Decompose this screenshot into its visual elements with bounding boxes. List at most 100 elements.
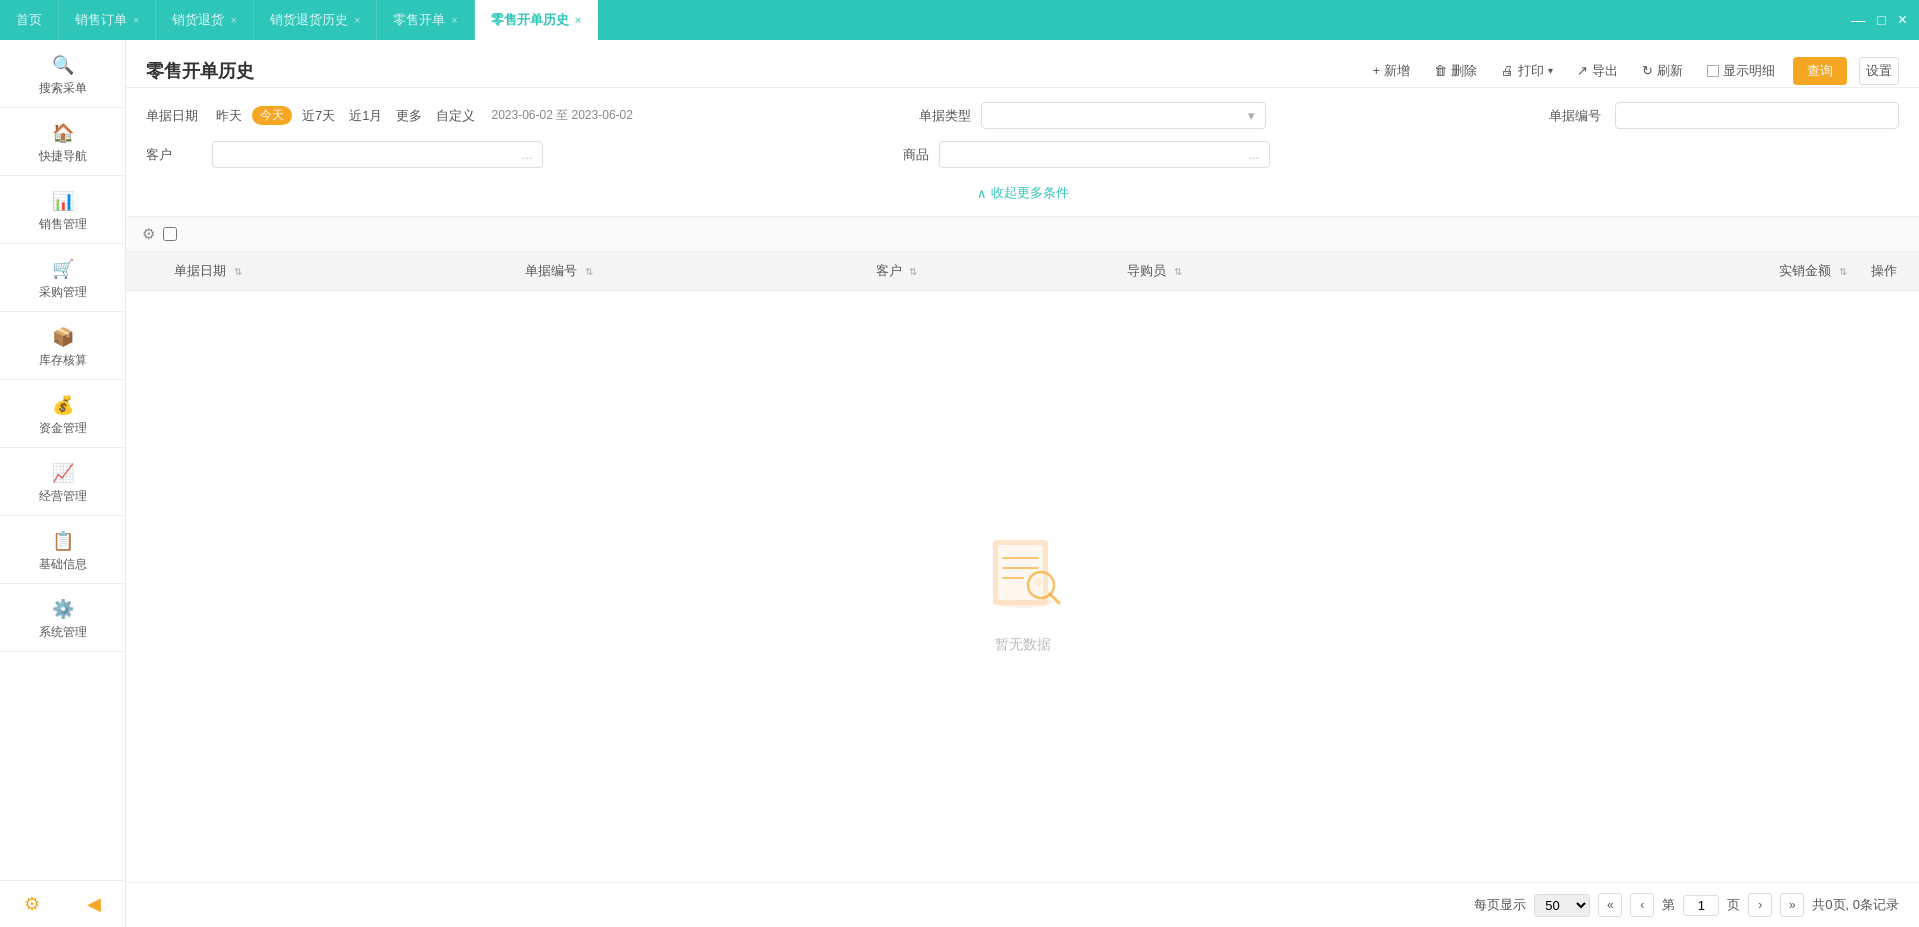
tab-retail-order-history[interactable]: 零售开单历史 × bbox=[475, 0, 598, 40]
settings-label: 设置 bbox=[1866, 62, 1892, 80]
top-tabbar: 首页 销售订单 × 销货退货 × 销货退货历史 × 零售开单 × 零售开单历史 … bbox=[0, 0, 1919, 40]
doc-type-dropdown-icon: ▾ bbox=[1248, 108, 1255, 123]
th-doc-no[interactable]: 单据编号 ⇅ bbox=[513, 252, 864, 291]
sidebar-collapse-icon[interactable]: ◀ bbox=[87, 893, 101, 915]
delete-button[interactable]: 🗑 删除 bbox=[1428, 58, 1483, 84]
th-checkbox bbox=[126, 252, 162, 291]
sidebar-item-search-label: 搜索采单 bbox=[39, 80, 87, 97]
tab-retail-order[interactable]: 零售开单 × bbox=[377, 0, 474, 40]
sidebar-item-purchase[interactable]: 🛒 采购管理 bbox=[0, 244, 125, 312]
date-opt-7days[interactable]: 近7天 bbox=[298, 105, 339, 127]
page-size-label: 每页显示 bbox=[1474, 896, 1526, 914]
th-date[interactable]: 单据日期 ⇅ bbox=[162, 252, 513, 291]
date-opt-today[interactable]: 今天 bbox=[252, 106, 292, 125]
export-icon: ↗ bbox=[1577, 63, 1588, 78]
prev-page-btn[interactable]: ‹ bbox=[1630, 893, 1654, 917]
tab-sales-return-history-close[interactable]: × bbox=[354, 14, 360, 26]
sidebar-item-sales[interactable]: 📊 销售管理 bbox=[0, 176, 125, 244]
th-doc-no-sort: ⇅ bbox=[585, 266, 593, 277]
system-icon: ⚙️ bbox=[52, 598, 74, 620]
print-dropdown-icon: ▾ bbox=[1548, 65, 1553, 76]
delete-label: 删除 bbox=[1451, 62, 1477, 80]
sidebar-item-sales-label: 销售管理 bbox=[39, 216, 87, 233]
sidebar-settings-icon[interactable]: ⚙ bbox=[24, 893, 40, 915]
search-icon: 🔍 bbox=[52, 54, 74, 76]
sidebar-item-basic-info[interactable]: 📋 基础信息 bbox=[0, 516, 125, 584]
pagination-bar: 每页显示 50 10 20 100 « ‹ 第 页 › » 共0页, 0条记录 bbox=[126, 882, 1919, 927]
export-button[interactable]: ↗ 导出 bbox=[1571, 58, 1624, 84]
tab-sales-return-history[interactable]: 销货退货历史 × bbox=[254, 0, 377, 40]
table-select-all-checkbox[interactable] bbox=[163, 227, 177, 241]
date-opt-more[interactable]: 更多 bbox=[392, 105, 426, 127]
customer-ellipsis: ... bbox=[522, 147, 533, 162]
tab-sales-return[interactable]: 销货退货 × bbox=[156, 0, 253, 40]
query-button[interactable]: 查询 bbox=[1793, 57, 1847, 85]
tab-home[interactable]: 首页 bbox=[0, 0, 59, 40]
table-header: 单据日期 ⇅ 单据编号 ⇅ 客户 ⇅ 导购员 ⇅ bbox=[126, 252, 1919, 291]
refresh-button[interactable]: ↻ 刷新 bbox=[1636, 58, 1689, 84]
table-settings-icon[interactable]: ⚙ bbox=[142, 225, 155, 243]
tab-home-label: 首页 bbox=[16, 11, 42, 29]
tab-retail-order-history-close[interactable]: × bbox=[575, 14, 581, 26]
add-label: 新增 bbox=[1384, 62, 1410, 80]
th-date-label: 单据日期 bbox=[174, 263, 226, 278]
window-max-btn[interactable]: □ bbox=[1877, 12, 1885, 28]
display-detail-button[interactable]: 显示明细 bbox=[1701, 58, 1781, 84]
sidebar-item-nav[interactable]: 🏠 快捷导航 bbox=[0, 108, 125, 176]
doc-type-select[interactable]: ▾ bbox=[981, 102, 1266, 129]
tab-sales-order-close[interactable]: × bbox=[133, 14, 139, 26]
add-button[interactable]: + 新增 bbox=[1366, 58, 1416, 84]
first-page-icon: « bbox=[1607, 898, 1614, 912]
tab-sales-return-history-label: 销货退货历史 bbox=[270, 11, 348, 29]
tab-retail-order-close[interactable]: × bbox=[451, 14, 457, 26]
total-text: 共0页, 0条记录 bbox=[1812, 896, 1899, 914]
th-spacer bbox=[1416, 252, 1508, 291]
customer-input[interactable]: ... bbox=[212, 141, 543, 168]
tab-sales-return-close[interactable]: × bbox=[230, 14, 236, 26]
date-range-display: 2023-06-02 至 2023-06-02 bbox=[491, 107, 632, 124]
window-controls: — □ × bbox=[1851, 11, 1919, 29]
collapse-btn[interactable]: ∧ 收起更多条件 bbox=[146, 180, 1899, 206]
window-min-btn[interactable]: — bbox=[1851, 12, 1865, 28]
main-layout: 🔍 搜索采单 🏠 快捷导航 📊 销售管理 🛒 采购管理 📦 库存核算 💰 资金管… bbox=[0, 40, 1919, 927]
page-input[interactable] bbox=[1683, 895, 1719, 916]
last-page-btn[interactable]: » bbox=[1780, 893, 1804, 917]
sidebar-item-operations[interactable]: 📈 经营管理 bbox=[0, 448, 125, 516]
th-amount[interactable]: 实销金额 ⇅ bbox=[1508, 252, 1859, 291]
finance-icon: 💰 bbox=[52, 394, 74, 416]
settings-button[interactable]: 设置 bbox=[1859, 57, 1899, 85]
sidebar-item-search[interactable]: 🔍 搜索采单 bbox=[0, 40, 125, 108]
home-icon: 🏠 bbox=[52, 122, 74, 144]
sidebar-item-system[interactable]: ⚙️ 系统管理 bbox=[0, 584, 125, 652]
date-opt-1month[interactable]: 近1月 bbox=[345, 105, 386, 127]
th-ops: 操作 bbox=[1859, 252, 1919, 291]
print-button[interactable]: 🖨 打印 ▾ bbox=[1495, 58, 1559, 84]
product-input[interactable]: ... bbox=[939, 141, 1270, 168]
date-opt-custom[interactable]: 自定义 bbox=[432, 105, 479, 127]
sidebar-item-finance[interactable]: 💰 资金管理 bbox=[0, 380, 125, 448]
th-customer[interactable]: 客户 ⇅ bbox=[864, 252, 1115, 291]
date-label: 单据日期 bbox=[146, 107, 202, 125]
doc-no-input[interactable] bbox=[1615, 102, 1900, 129]
sidebar-item-inventory[interactable]: 📦 库存核算 bbox=[0, 312, 125, 380]
th-salesperson[interactable]: 导购员 ⇅ bbox=[1115, 252, 1416, 291]
last-page-icon: » bbox=[1789, 898, 1796, 912]
first-page-btn[interactable]: « bbox=[1598, 893, 1622, 917]
sidebar-item-nav-label: 快捷导航 bbox=[39, 148, 87, 165]
operations-icon: 📈 bbox=[52, 462, 74, 484]
window-close-btn[interactable]: × bbox=[1898, 11, 1907, 29]
date-opt-yesterday[interactable]: 昨天 bbox=[212, 105, 246, 127]
basic-info-icon: 📋 bbox=[52, 530, 74, 552]
tab-sales-order-label: 销售订单 bbox=[75, 11, 127, 29]
empty-text: 暂无数据 bbox=[995, 636, 1051, 654]
page-size-select[interactable]: 50 10 20 100 bbox=[1534, 894, 1590, 917]
sidebar-item-basic-info-label: 基础信息 bbox=[39, 556, 87, 573]
th-amount-label: 实销金额 bbox=[1779, 263, 1831, 278]
sidebar: 🔍 搜索采单 🏠 快捷导航 📊 销售管理 🛒 采购管理 📦 库存核算 💰 资金管… bbox=[0, 40, 126, 927]
sidebar-item-operations-label: 经营管理 bbox=[39, 488, 87, 505]
next-page-btn[interactable]: › bbox=[1748, 893, 1772, 917]
tab-sales-order[interactable]: 销售订单 × bbox=[59, 0, 156, 40]
page-unit: 页 bbox=[1727, 896, 1740, 914]
print-icon: 🖨 bbox=[1501, 63, 1514, 78]
tab-retail-order-history-label: 零售开单历史 bbox=[491, 11, 569, 29]
